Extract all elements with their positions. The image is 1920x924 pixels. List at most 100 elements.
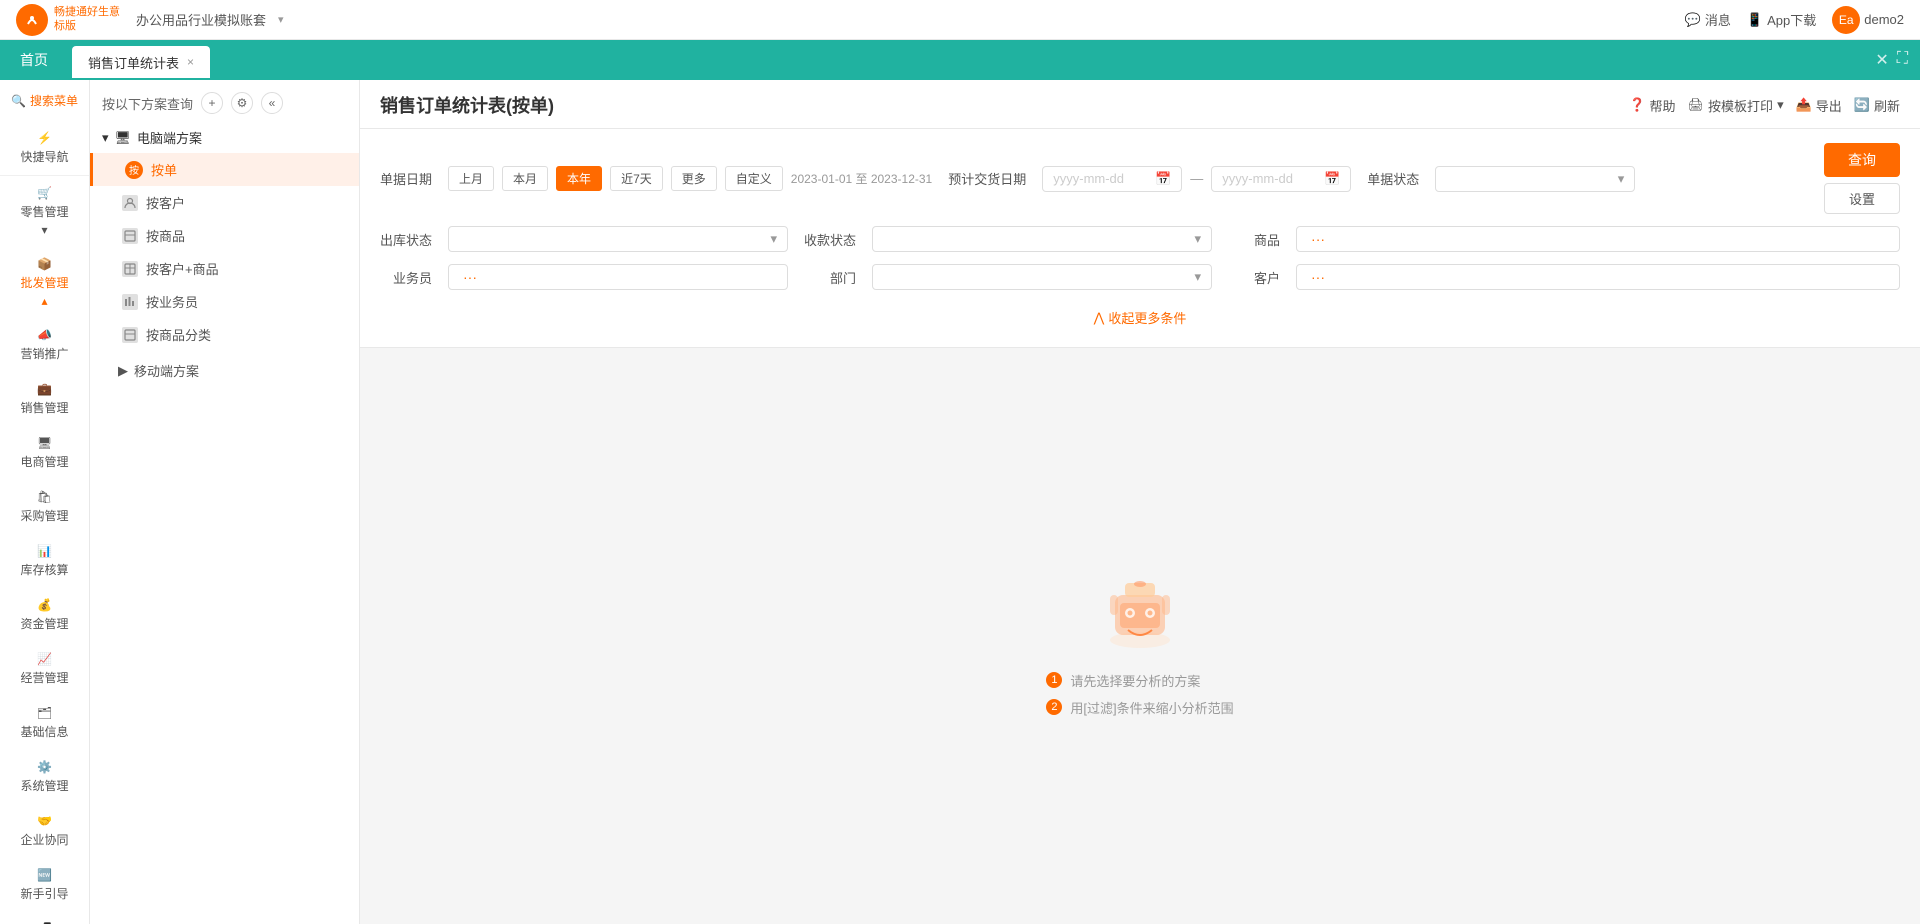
tip-num-2: 2 [1046, 699, 1062, 715]
download-button[interactable]: 📱 App下载 [1747, 10, 1816, 29]
salesperson-more-icon[interactable]: ··· [463, 269, 477, 285]
date-btn-thismonth[interactable]: 本月 [502, 166, 548, 191]
customer-goods-scheme-icon [122, 261, 138, 277]
scheme-item-by-goods[interactable]: 按商品 [90, 219, 359, 252]
tab-bar: 首页 销售订单统计表 × ✕ ⛶ [0, 40, 1920, 80]
tab-bar-actions: ✕ ⛶ [1875, 50, 1908, 70]
department-arrow-icon: ▾ [1194, 269, 1201, 285]
date-btn-more[interactable]: 更多 [671, 166, 717, 191]
scheme-item-by-salesperson[interactable]: 按业务员 [90, 285, 359, 318]
doc-status-select[interactable]: ▾ [1435, 166, 1635, 192]
help-btn[interactable]: ❓ 帮助 [1629, 96, 1675, 115]
app-dropdown-icon[interactable]: ▾ [278, 13, 284, 26]
expected-delivery-label: 预计交货日期 [948, 169, 1026, 188]
sidebar-item-finance[interactable]: 💰 资金管理 [0, 588, 89, 642]
scheme-item-by-customer[interactable]: 按客户 [90, 186, 359, 219]
main-layout: 🔍 搜索菜单 ⚡ 快捷导航 🛒 零售管理 ▾ 📦 批发管理 ▴ 📣 营销推广 💼… [0, 80, 1920, 924]
department-select[interactable]: ▾ [872, 264, 1212, 290]
sales-icon: 💼 [37, 382, 52, 396]
goods-more-icon[interactable]: ··· [1311, 231, 1325, 247]
refresh-icon: 🔄 [1854, 97, 1870, 113]
date-btn-custom[interactable]: 自定义 [725, 166, 783, 191]
retail-arrow-icon: ▾ [41, 223, 47, 237]
category-scheme-icon [122, 327, 138, 343]
sidebar-item-system[interactable]: ⚙️ 系统管理 [0, 750, 89, 804]
date-btn-thisyear[interactable]: 本年 [556, 166, 602, 191]
scheme-group-pc-header[interactable]: ▾ 🖥 电脑端方案 [90, 122, 359, 153]
export-icon: 📤 [1796, 97, 1812, 113]
tab-maximize-btn[interactable]: ⛶ [1897, 50, 1908, 70]
print-btn[interactable]: 🖨 按模板打印 ▾ [1688, 96, 1784, 115]
ship-status-select[interactable]: ▾ [448, 226, 788, 252]
collapse-arrow-icon: ⋀ [1094, 310, 1105, 326]
page-actions: ❓ 帮助 🖨 按模板打印 ▾ 📤 导出 🔄 刷新 [1629, 96, 1900, 115]
sidebar-item-retail[interactable]: 🛒 零售管理 ▾ [0, 176, 89, 247]
finance-icon: 💰 [37, 598, 52, 612]
sidebar-item-enterprise[interactable]: 🤝 企业协同 [0, 804, 89, 858]
tab-active[interactable]: 销售订单统计表 × [72, 46, 210, 78]
content-area: 按以下方案查询 + ⚙ « ▾ 🖥 电脑端方案 按 按单 [90, 80, 1920, 924]
user-menu[interactable]: Ea demo2 [1832, 6, 1904, 34]
sidebar-item-inventory[interactable]: 📊 库存核算 [0, 534, 89, 588]
sidebar-item-purchase[interactable]: 🛍 采购管理 [0, 480, 89, 534]
goods-select[interactable]: ··· [1296, 226, 1900, 252]
salesperson-scheme-icon [122, 294, 138, 310]
calendar-end-icon[interactable]: 📅 [1324, 171, 1340, 187]
scheme-item-by-customer-goods[interactable]: 按客户+商品 [90, 252, 359, 285]
sidebar-item-newguide[interactable]: 🆕 新手引导 [0, 858, 89, 912]
sidebar-item-marketing[interactable]: 📣 营销推广 [0, 318, 89, 372]
sidebar-item-operations[interactable]: 📈 经营管理 [0, 642, 89, 696]
customer-scheme-icon [122, 195, 138, 211]
collection-status-select[interactable]: ▾ [872, 226, 1212, 252]
content-body: 1 请先选择要分析的方案 2 用[过滤]条件来缩小分析范围 [360, 348, 1920, 924]
tab-close-window-btn[interactable]: ✕ [1875, 50, 1888, 70]
date-btn-lastmonth[interactable]: 上月 [448, 166, 494, 191]
scheme-item-by-category[interactable]: 按商品分类 [90, 318, 359, 351]
chevron-right-icon: ▶ [118, 363, 128, 379]
scheme-group-mobile-header[interactable]: ▶ 移动端方案 [90, 355, 359, 386]
empty-tip-2: 2 用[过滤]条件来缩小分析范围 [1046, 698, 1233, 717]
sidebar-item-wholesale[interactable]: 📦 批发管理 ▴ [0, 247, 89, 318]
left-panel-header: 按以下方案查询 + ⚙ « [90, 92, 359, 122]
filter-area: 单据日期 上月 本月 本年 近7天 更多 自定义 2023-01-01 至 20… [360, 129, 1920, 348]
system-icon: ⚙️ [37, 760, 52, 774]
filter-row-3: 业务员 ··· 部门 ▾ 客户 ··· [380, 264, 1900, 290]
add-scheme-btn[interactable]: + [201, 92, 223, 114]
date-btn-group: 上月 本月 本年 近7天 更多 自定义 2023-01-01 至 2023-12… [448, 166, 932, 191]
message-button[interactable]: 💬 消息 [1685, 10, 1731, 29]
expected-date-start[interactable]: yyyy-mm-dd 📅 [1042, 166, 1182, 192]
sidebar-item-ecommerce[interactable]: 🖥 电商管理 [0, 426, 89, 480]
setting-button[interactable]: 设置 [1824, 183, 1900, 214]
search-menu-item[interactable]: 🔍 搜索菜单 [0, 80, 89, 121]
sidebar-item-sales[interactable]: 💼 销售管理 [0, 372, 89, 426]
date-btn-last7days[interactable]: 近7天 [610, 166, 663, 191]
customer-select[interactable]: ··· [1296, 264, 1900, 290]
tab-home[interactable]: 首页 [0, 40, 68, 80]
salesperson-label: 业务员 [380, 268, 432, 287]
quicknav-icon: ⚡ [37, 131, 52, 145]
scheme-item-by-order[interactable]: 按 按单 [90, 153, 359, 186]
sidebar-item-quicknav[interactable]: ⚡ 快捷导航 [0, 121, 89, 175]
basic-icon: 🗂 [37, 706, 52, 720]
expected-delivery-input-group: yyyy-mm-dd 📅 — yyyy-mm-dd 📅 [1042, 166, 1351, 192]
tab-close-btn[interactable]: × [187, 55, 194, 69]
scheme-group-mobile: ▶ 移动端方案 [90, 355, 359, 386]
query-button[interactable]: 查询 [1824, 143, 1900, 177]
print-icon: 🖨 [1688, 97, 1705, 113]
collapse-panel-btn[interactable]: « [261, 92, 283, 114]
purchase-icon: 🛍 [37, 490, 52, 504]
help-icon: ❓ [1629, 97, 1645, 113]
header-left: 畅捷通好生意 标版 办公用品行业模拟账套 ▾ [16, 4, 284, 36]
calendar-start-icon[interactable]: 📅 [1155, 171, 1171, 187]
export-btn[interactable]: 📤 导出 [1796, 96, 1842, 115]
customer-more-icon[interactable]: ··· [1311, 269, 1325, 285]
collapse-button[interactable]: ⋀ 收起更多条件 [1078, 302, 1203, 333]
salesperson-select[interactable]: ··· [448, 264, 788, 290]
sidebar-item-appcenter[interactable]: 📲 应用中心 [0, 912, 89, 924]
settings-scheme-btn[interactable]: ⚙ [231, 92, 253, 114]
refresh-btn[interactable]: 🔄 刷新 [1854, 96, 1900, 115]
collection-status-label: 收款状态 [804, 230, 856, 249]
date-placeholder-start: yyyy-mm-dd [1053, 171, 1124, 186]
expected-date-end[interactable]: yyyy-mm-dd 📅 [1211, 166, 1351, 192]
sidebar-item-basic[interactable]: 🗂 基础信息 [0, 696, 89, 750]
